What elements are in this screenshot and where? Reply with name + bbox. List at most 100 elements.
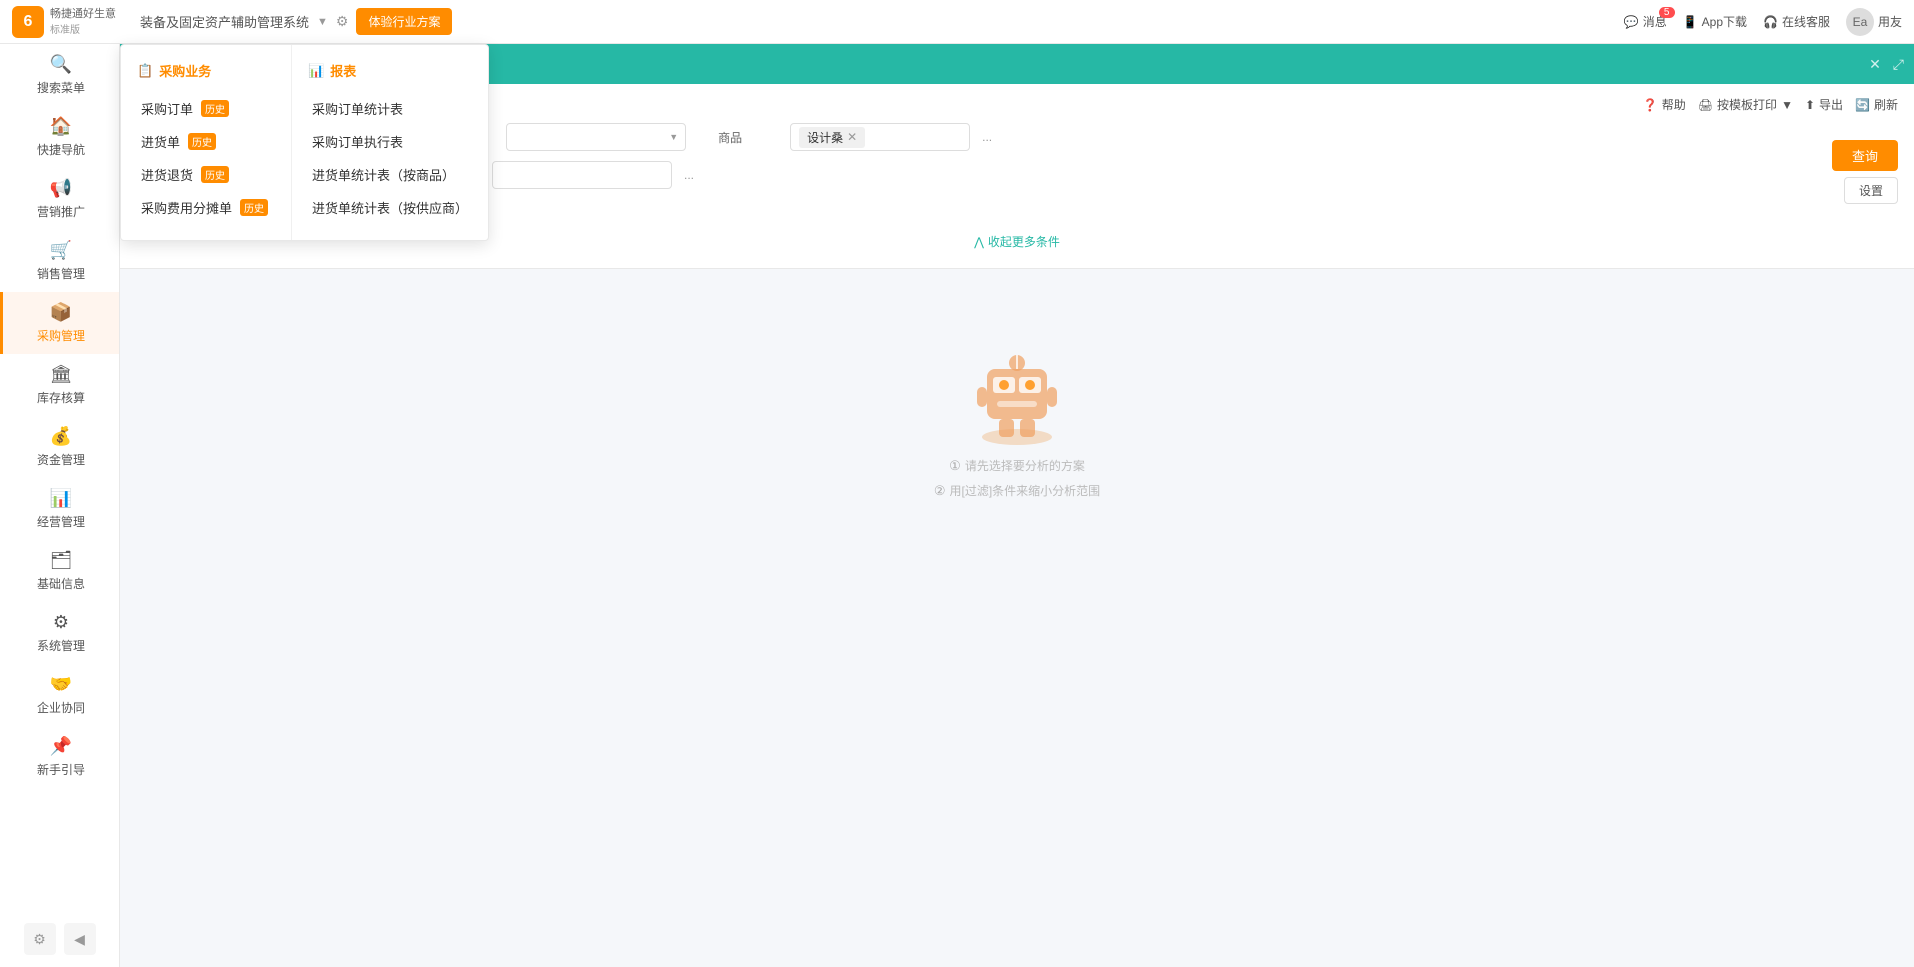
sidebar-label-purchase: 采购管理 [37, 327, 85, 344]
online-service-label: 在线客服 [1782, 13, 1830, 30]
dropdown-item-purchase-order-exec[interactable]: 采购订单执行表 [308, 125, 472, 158]
dropdown-item-purchase-order[interactable]: 采购订单 历史 [137, 92, 275, 125]
print-icon: 🖨 [1698, 98, 1713, 112]
print-dropdown-icon: ▼ [1781, 98, 1793, 112]
sidebar-label-quick-nav: 快捷导航 [37, 141, 85, 158]
inbound-label: 进货单 [141, 132, 180, 151]
sidebar-label-system: 系统管理 [37, 637, 85, 654]
money-icon: 💰 [50, 426, 72, 447]
print-template-btn[interactable]: 🖨 按模板打印 ▼ [1698, 96, 1793, 113]
dropdown-col-purchase: 📋 采购业务 采购订单 历史 进货单 历史 进货退货 历史 采购费用分摊单 历史 [121, 45, 291, 240]
sidebar-item-search[interactable]: 🔍 搜索菜单 [0, 44, 119, 106]
sidebar-label-basic-info: 基础信息 [37, 575, 85, 592]
maximize-window-btn[interactable]: ⤢ [1891, 54, 1906, 75]
system-title: 装备及固定资产辅助管理系统 [140, 12, 309, 31]
order-status-select-wrap [506, 123, 686, 151]
dropdown-item-inbound-stat-goods[interactable]: 进货单统计表（按商品） [308, 158, 472, 191]
dropdown-item-inbound[interactable]: 进货单 历史 [137, 125, 275, 158]
sidebar-label-guide: 新手引导 [37, 761, 85, 778]
messages-btn[interactable]: 💬 消息 5 [1624, 13, 1667, 30]
industry-btn[interactable]: 体验行业方案 [356, 8, 452, 35]
hist-badge-inbound-return: 历史 [201, 166, 229, 183]
sidebar-label-search: 搜索菜单 [37, 79, 85, 96]
empty-hint-2: ② 用[过滤]条件来缩小分析范围 [934, 482, 1100, 499]
inbound-stat-supplier-label: 进货单统计表（按供应商） [312, 198, 468, 217]
salesman-input[interactable] [492, 161, 672, 189]
sidebar-item-marketing[interactable]: 📢 营销推广 [0, 168, 119, 230]
sidebar-label-inventory: 库存核算 [37, 389, 85, 406]
export-icon: ⬆ [1805, 98, 1815, 112]
header-center: 装备及固定资产辅助管理系统 ▼ ⚙ 体验行业方案 [132, 8, 1624, 35]
cart-icon: 🛒 [50, 240, 72, 261]
hist-badge-purchase-expense: 历史 [240, 199, 268, 216]
close-window-btn[interactable]: ✕ [1867, 54, 1883, 75]
refresh-btn[interactable]: 🔄 刷新 [1855, 96, 1898, 113]
report-section-title: 📊 报表 [308, 61, 472, 80]
sidebar-item-quick-nav[interactable]: 🏠 快捷导航 [0, 106, 119, 168]
sidebar-item-basic-info[interactable]: 🗂 基础信息 [0, 540, 119, 602]
dropdown-item-inbound-return[interactable]: 进货退货 历史 [137, 158, 275, 191]
logo-area: 6 畅捷通好生意 标准版 [12, 6, 132, 38]
goods-tag: 设计桑 ✕ [799, 127, 865, 148]
goods-more-dots[interactable]: ... [982, 130, 992, 144]
window-controls: ✕ ⤢ [1867, 54, 1906, 75]
sidebar-label-marketing: 营销推广 [37, 203, 85, 220]
message-icon: 💬 [1624, 15, 1639, 29]
dropdown-item-purchase-expense[interactable]: 采购费用分摊单 历史 [137, 191, 275, 224]
purchase-order-exec-label: 采购订单执行表 [312, 132, 403, 151]
report-section-icon: 📊 [308, 63, 324, 79]
sidebar-settings-btn[interactable]: ⚙ [24, 923, 56, 955]
message-badge: 5 [1659, 7, 1675, 18]
sidebar-item-finance[interactable]: 💰 资金管理 [0, 416, 119, 478]
purchase-section-title: 📋 采购业务 [137, 61, 275, 80]
sidebar-label-sales: 销售管理 [37, 265, 85, 282]
purchase-expense-label: 采购费用分摊单 [141, 198, 232, 217]
sidebar-item-inventory[interactable]: 🏛 库存核算 [0, 354, 119, 416]
query-btn[interactable]: 查询 [1832, 140, 1898, 171]
settings-btn[interactable]: 设置 [1844, 177, 1898, 204]
logo-text: 畅捷通好生意 [50, 7, 116, 21]
purchase-order-label: 采购订单 [141, 99, 193, 118]
home-icon: 🏠 [50, 116, 72, 137]
order-status-select[interactable] [506, 123, 686, 151]
goods-tag-close[interactable]: ✕ [847, 130, 857, 144]
salesman-more-dots[interactable]: ... [684, 168, 694, 182]
username-label: 用友 [1878, 13, 1902, 30]
dropdown-item-inbound-stat-supplier[interactable]: 进货单统计表（按供应商） [308, 191, 472, 224]
goods-tag-text: 设计桑 [807, 129, 843, 146]
export-label: 导出 [1819, 96, 1843, 113]
help-btn[interactable]: ❓ 帮助 [1643, 96, 1686, 113]
report-section-label: 报表 [330, 61, 356, 80]
header-right: 💬 消息 5 📱 App下载 🎧 在线客服 Ea 用友 [1624, 8, 1902, 36]
sidebar-item-operations[interactable]: 📊 经营管理 [0, 478, 119, 540]
online-service-btn[interactable]: 🎧 在线客服 [1763, 13, 1830, 30]
avatar: Ea [1846, 8, 1874, 36]
empty-illustration [957, 349, 1077, 449]
refresh-label: 刷新 [1874, 96, 1898, 113]
hist-badge-inbound: 历史 [188, 133, 216, 150]
help-label: 帮助 [1662, 96, 1686, 113]
purchase-order-stat-label: 采购订单统计表 [312, 99, 403, 118]
collapse-arrow-icon: ⋀ [974, 235, 984, 249]
avatar-text: Ea [1853, 15, 1868, 29]
user-menu[interactable]: Ea 用友 [1846, 8, 1902, 36]
sidebar-collapse-btn[interactable]: ◀ [64, 923, 96, 955]
settings-icon[interactable]: ⚙ [336, 13, 349, 30]
sidebar-item-system[interactable]: ⚙ 系统管理 [0, 602, 119, 664]
export-btn[interactable]: ⬆ 导出 [1805, 96, 1843, 113]
app-download-btn[interactable]: 📱 App下载 [1683, 13, 1747, 30]
dropdown-arrow-icon[interactable]: ▼ [317, 16, 328, 28]
dropdown-item-purchase-order-stat[interactable]: 采购订单统计表 [308, 92, 472, 125]
print-template-label: 按模板打印 [1717, 96, 1777, 113]
app-download-label: App下载 [1702, 13, 1747, 30]
refresh-icon: 🔄 [1855, 98, 1870, 112]
logo-icon: 6 [12, 6, 44, 38]
sidebar-item-purchase[interactable]: 📦 采购管理 [0, 292, 119, 354]
inbound-stat-goods-label: 进货单统计表（按商品） [312, 165, 455, 184]
sidebar-item-sales[interactable]: 🛒 销售管理 [0, 230, 119, 292]
sidebar-item-guide[interactable]: 📌 新手引导 [0, 726, 119, 788]
empty-state: ① 请先选择要分析的方案 ② 用[过滤]条件来缩小分析范围 [120, 269, 1914, 579]
sidebar-item-enterprise[interactable]: 🤝 企业协同 [0, 664, 119, 726]
goods-input-area[interactable]: 设计桑 ✕ [790, 123, 970, 151]
search-icon: 🔍 [50, 54, 72, 75]
